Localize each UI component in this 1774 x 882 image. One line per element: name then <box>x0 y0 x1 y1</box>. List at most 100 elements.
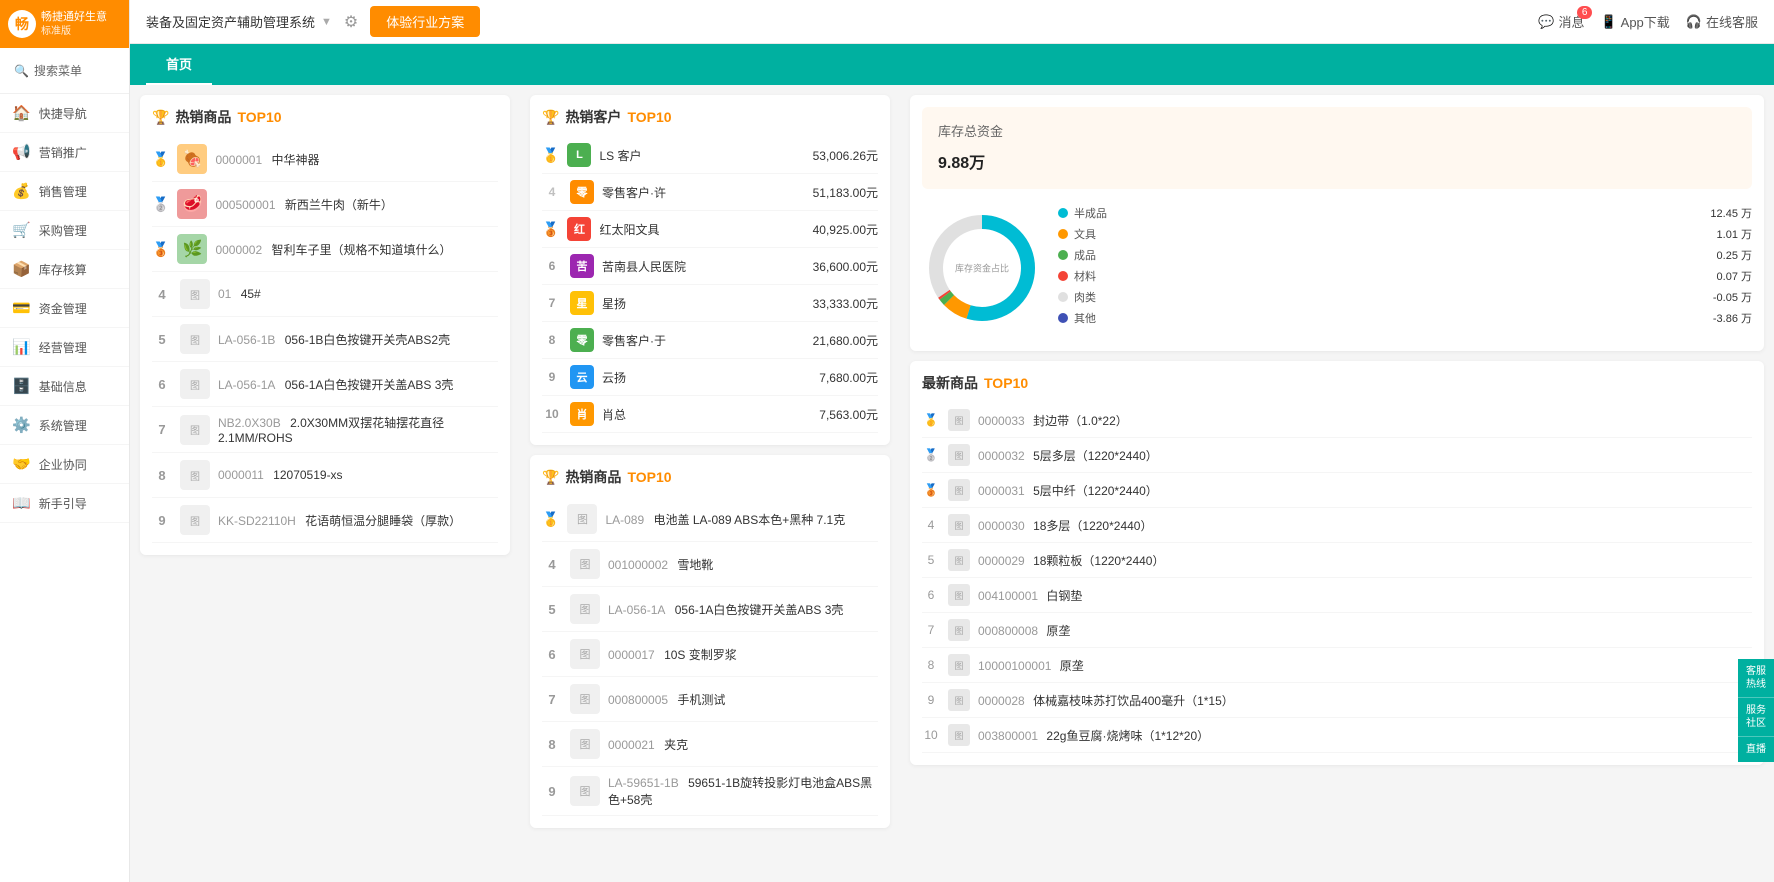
sidebar-item-sales[interactable]: 💰 销售管理 <box>0 172 129 211</box>
inventory-amount-section: 库存总资金 9.88万 <box>922 107 1752 189</box>
rank-number: 9 <box>922 693 940 707</box>
legend-item: 半成品 12.45 万 <box>1058 205 1752 221</box>
medal-icon: 🥈 <box>152 196 169 213</box>
logo-text: 畅捷通好生意 标准版 <box>41 10 107 37</box>
search-menu-button[interactable]: 🔍 搜索菜单 <box>8 56 121 85</box>
sidebar-item-basicinfo[interactable]: 🗄️ 基础信息 <box>0 367 129 406</box>
product-thumbnail: 图 <box>180 369 210 399</box>
sidebar-logo: 畅 畅捷通好生意 标准版 <box>0 0 129 48</box>
unit-label: 万 <box>969 155 985 172</box>
sidebar-item-guide[interactable]: 📖 新手引导 <box>0 484 129 523</box>
new-products-label: 最新商品 <box>922 373 978 393</box>
left-panel: 🏆 热销商品 TOP10 🥇 🍖 0000001 中华神器 <box>130 85 520 882</box>
home-icon: 🏠 <box>12 104 31 122</box>
product-info: 000500001 新西兰牛肉（新牛） <box>215 196 498 213</box>
rank-number: 6 <box>542 259 562 273</box>
sidebar-item-inventory[interactable]: 📦 库存核算 <box>0 250 129 289</box>
newest-products-list: 🥇 图 0000033 封边带（1.0*22） 🥈 图 0000032 5层多层… <box>922 403 1752 753</box>
service-community-btn[interactable]: 服务社区 <box>1738 698 1774 737</box>
list-item: 🥈 图 0000032 5层多层（1220*2440） <box>922 438 1752 473</box>
rank-number: 8 <box>152 468 172 483</box>
donut-chart: 库存资金占比 <box>922 208 1042 328</box>
list-item: 9 图 LA-59651-1B 59651-1B旋转投影灯电池盒ABS黑色+58… <box>542 767 878 816</box>
rank-number: 5 <box>922 553 940 567</box>
default-icon: 图 <box>580 601 591 617</box>
list-item: 🥇 图 LA-089 电池盖 LA-089 ABS本色+黑种 7.1克 <box>542 497 878 542</box>
product-thumbnail: 🍖 <box>177 144 207 174</box>
list-item: 🥉 图 0000031 5层中纤（1220*2440） <box>922 473 1752 508</box>
legend-item: 文具 1.01 万 <box>1058 226 1752 242</box>
sidebar-item-operation[interactable]: 📊 经营管理 <box>0 328 129 367</box>
settings-icon[interactable]: ⚙ <box>344 12 358 32</box>
product-info: 0000029 18颗粒板（1220*2440） <box>978 552 1752 569</box>
product-info: KK-SD22110H 花语萌恒温分腿睡袋（厚款） <box>218 512 498 529</box>
rank-number: 8 <box>542 333 562 347</box>
message-icon: 💬 <box>1538 14 1554 30</box>
customer-ranking-title: 🏆 热销客户 TOP10 <box>542 107 878 127</box>
enterprise-icon: 🤝 <box>12 455 31 473</box>
sidebar-item-purchase[interactable]: 🛒 采购管理 <box>0 211 129 250</box>
rank-number: 🥉 <box>922 483 940 497</box>
hot-products-card: 🏆 热销商品 TOP10 🥇 🍖 0000001 中华神器 <box>140 95 510 555</box>
product-icon: 图 <box>948 514 970 536</box>
inventory-card: 库存总资金 9.88万 <box>910 95 1764 351</box>
product-info: 004100001 白钢垫 <box>978 587 1752 604</box>
product-info: LA-056-1A 056-1A白色按键开关盖ABS 3壳 <box>218 376 498 393</box>
try-plan-button[interactable]: 体验行业方案 <box>370 6 480 37</box>
list-item: 5 图 LA-056-1B 056-1B白色按键开关壳ABS2壳 <box>152 317 498 362</box>
sidebar-item-enterprise[interactable]: 🤝 企业协同 <box>0 445 129 484</box>
default-icon: 图 <box>190 332 200 347</box>
sidebar-item-finance[interactable]: 💳 资金管理 <box>0 289 129 328</box>
hot-products-list: 🥇 🍖 0000001 中华神器 🥈 🥩 <box>152 137 498 543</box>
tab-home[interactable]: 首页 <box>146 44 212 85</box>
default-icon: 图 <box>580 646 591 662</box>
default-icon: 图 <box>190 422 200 437</box>
sidebar-item-quicknav[interactable]: 🏠 快捷导航 <box>0 94 129 133</box>
product-info: 000800005 手机测试 <box>608 691 878 708</box>
product-icon: 图 <box>948 724 970 746</box>
list-item: 8 图 10000100001 原垄 <box>922 648 1752 683</box>
product-info: 0000001 中华神器 <box>215 151 498 168</box>
basicinfo-icon: 🗄️ <box>12 377 31 395</box>
list-item: 🥉 🌿 0000002 智利车子里（规格不知道填什么） <box>152 227 498 272</box>
product-info: 001000002 雪地靴 <box>608 556 878 573</box>
dropdown-icon[interactable]: ▼ <box>321 16 332 28</box>
list-item: 10 肖 肖总 7,563.00元 <box>542 396 878 433</box>
list-item: 🥇 L LS 客户 53,006.26元 <box>542 137 878 174</box>
product-thumbnail: 图 <box>180 460 210 490</box>
customer-service-btn[interactable]: 客服热线 <box>1738 659 1774 698</box>
content-area: 🏆 热销商品 TOP10 🥇 🍖 0000001 中华神器 <box>130 85 1774 882</box>
rank-number: 10 <box>542 407 562 421</box>
list-item: 6 苦 苦南县人民医院 36,600.00元 <box>542 248 878 285</box>
donut-chart-section: 库存资金占比 半成品 12.45 万 文具 1.01 万 <box>922 197 1752 339</box>
main-container: 装备及固定资产辅助管理系统 ▼ ⚙ 体验行业方案 💬 消息 6 📱 App下载 … <box>130 0 1774 882</box>
message-badge[interactable]: 💬 消息 6 <box>1538 12 1584 31</box>
online-service-link[interactable]: 🎧 在线客服 <box>1686 12 1758 31</box>
search-icon: 🔍 <box>14 64 29 78</box>
system-name: 装备及固定资产辅助管理系统 ▼ <box>146 12 332 31</box>
rank-number: 5 <box>152 332 172 347</box>
default-icon: 图 <box>190 513 200 528</box>
list-item: 🥈 🥩 000500001 新西兰牛肉（新牛） <box>152 182 498 227</box>
purchase-icon: 🛒 <box>12 221 31 239</box>
product-info: LA-056-1B 056-1B白色按键开关壳ABS2壳 <box>218 331 498 348</box>
sidebar-item-marketing[interactable]: 📢 营销推广 <box>0 133 129 172</box>
sidebar-item-system[interactable]: ⚙️ 系统管理 <box>0 406 129 445</box>
trophy-icon-3: 🏆 <box>542 469 559 486</box>
list-item: 4 图 01 45# <box>152 272 498 317</box>
list-item: 4 图 001000002 雪地靴 <box>542 542 878 587</box>
list-item: 7 星 星扬 33,333.00元 <box>542 285 878 322</box>
legend-color-dot <box>1058 250 1068 260</box>
rank-number: 9 <box>542 370 562 384</box>
product-icon: 图 <box>948 654 970 676</box>
medal-icon: 🥇 <box>542 511 559 528</box>
product-thumbnail: 图 <box>570 729 600 759</box>
customer-avatar: 云 <box>570 365 594 389</box>
newest-products-card: 最新商品 TOP10 🥇 图 0000033 封边带（1.0*22） 🥈 <box>910 361 1764 765</box>
app-download-link[interactable]: 📱 App下载 <box>1600 12 1669 31</box>
rank-number: 10 <box>922 728 940 742</box>
hot-products-title: 🏆 热销商品 TOP10 <box>152 107 498 127</box>
live-btn[interactable]: 直播 <box>1738 737 1774 762</box>
product-icon: 图 <box>948 619 970 641</box>
product-info: NB2.0X30B 2.0X30MM双摆花轴摆花直径2.1MM/ROHS <box>218 414 498 445</box>
